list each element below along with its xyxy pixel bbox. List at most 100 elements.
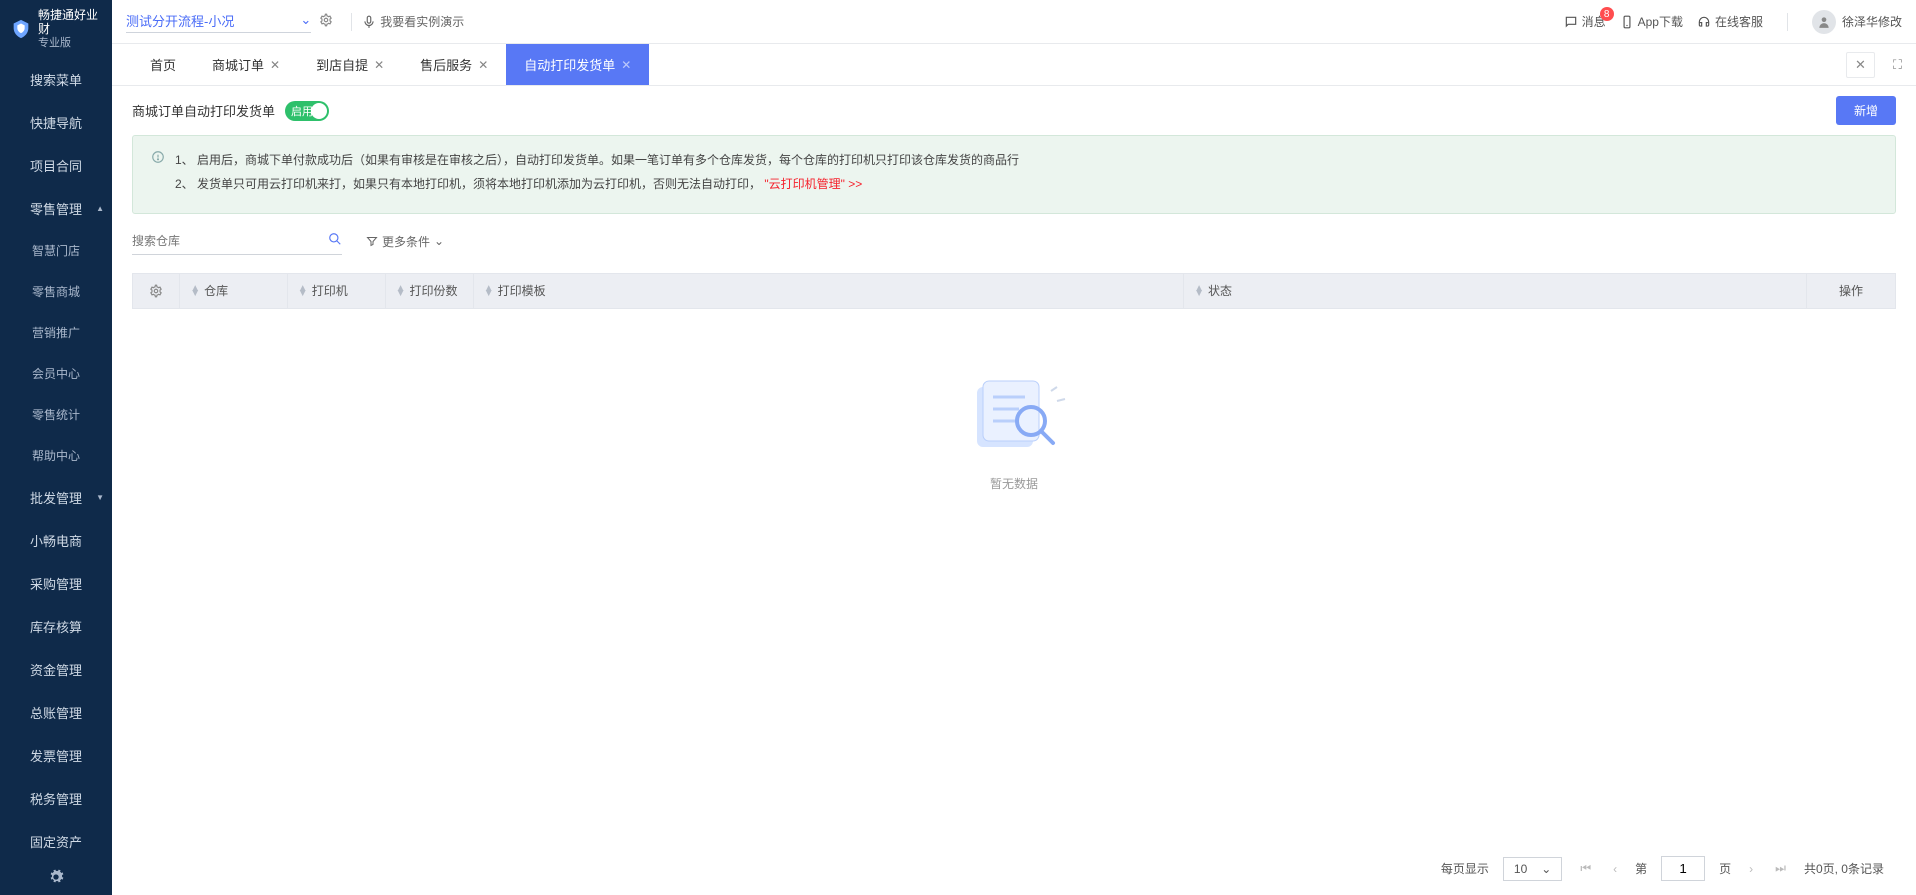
info-line-2a: 2、 发货单只可用云打印机来打，如果只有本地打印机，须将本地打印机添加为云打印机… — [175, 177, 761, 191]
col-5[interactable]: ▲▼状态 — [1184, 274, 1807, 308]
sort-icon[interactable]: ▲▼ — [484, 286, 494, 296]
chevron-down-icon: ⌄ — [1541, 862, 1551, 876]
sidebar-item-5[interactable]: 零售商城 — [0, 271, 112, 312]
empty-state: 暂无数据 — [132, 309, 1896, 552]
info-line-1: 1、 启用后，商城下单付款成功后（如果有审核是在审核之后），自动打印发货单。如果… — [175, 150, 1019, 170]
last-page[interactable]: ⏭ — [1771, 861, 1790, 876]
caret-icon: ▲ — [96, 204, 104, 213]
sidebar-item-2[interactable]: 项目合同 — [0, 144, 112, 187]
search-icon[interactable] — [328, 232, 342, 249]
sidebar-item-0[interactable]: 搜索菜单 — [0, 58, 112, 101]
first-page[interactable]: ⏮ — [1576, 861, 1595, 876]
page-size-selector[interactable]: 10 ⌄ — [1503, 857, 1562, 881]
feature-label: 商城订单自动打印发货单 — [132, 101, 275, 120]
sidebar-item-13[interactable]: 库存核算 — [0, 605, 112, 648]
brand-edition: 专业版 — [38, 37, 102, 50]
sidebar-item-1[interactable]: 快捷导航 — [0, 101, 112, 144]
sidebar-item-10[interactable]: 批发管理▼ — [0, 476, 112, 519]
cloud-printer-link[interactable]: "云打印机管理" >> — [764, 177, 862, 191]
msg-badge: 8 — [1600, 7, 1614, 21]
logo-icon — [10, 18, 32, 40]
chevron-down-icon: ⌄ — [434, 234, 444, 248]
col-2[interactable]: ▲▼打印机 — [288, 274, 386, 308]
app-download[interactable]: App下载 — [1620, 13, 1683, 30]
user-icon — [1817, 15, 1831, 29]
more-filters[interactable]: 更多条件 ⌄ — [366, 233, 444, 250]
sidebar-item-8[interactable]: 零售统计 — [0, 394, 112, 435]
switch-label: 启用 — [291, 103, 313, 119]
sort-icon[interactable]: ▲▼ — [298, 286, 308, 296]
tab[interactable]: 首页 — [132, 44, 194, 85]
col-3[interactable]: ▲▼打印份数 — [386, 274, 474, 308]
sidebar-item-3[interactable]: 零售管理▲ — [0, 187, 112, 230]
tab[interactable]: 自动打印发货单✕ — [506, 44, 649, 85]
col-4[interactable]: ▲▼打印模板 — [474, 274, 1184, 308]
customer-service[interactable]: 在线客服 — [1697, 13, 1763, 30]
sidebar-nav: 搜索菜单快捷导航项目合同零售管理▲智慧门店零售商城营销推广会员中心零售统计帮助中… — [0, 58, 112, 859]
tip-icon — [151, 150, 165, 199]
caret-icon: ▼ — [96, 493, 104, 502]
messages[interactable]: 消息 8 — [1564, 13, 1606, 30]
tabs-close-all[interactable]: ✕ — [1846, 52, 1875, 78]
tab[interactable]: 售后服务✕ — [402, 44, 506, 85]
tab[interactable]: 到店自提✕ — [298, 44, 402, 85]
org-name: 测试分开流程-小况 — [126, 11, 234, 30]
col-1[interactable]: ▲▼仓库 — [180, 274, 288, 308]
next-page[interactable]: › — [1745, 862, 1757, 876]
demo-link[interactable]: 我要看实例演示 — [362, 13, 464, 30]
message-icon — [1564, 15, 1578, 29]
sidebar-item-17[interactable]: 税务管理 — [0, 777, 112, 820]
close-icon[interactable]: ✕ — [374, 58, 384, 72]
settings-icon[interactable] — [319, 13, 333, 30]
sort-icon[interactable]: ▲▼ — [396, 286, 406, 296]
sort-icon[interactable]: ▲▼ — [190, 286, 200, 296]
search-input[interactable] — [132, 228, 328, 254]
sidebar-item-12[interactable]: 采购管理 — [0, 562, 112, 605]
user-name: 徐泽华修改 — [1842, 13, 1902, 30]
brand-title: 畅捷通好业财 — [38, 8, 102, 37]
enable-switch[interactable]: 启用 — [285, 101, 329, 121]
mic-icon — [362, 15, 376, 29]
chevron-down-icon: ⌄ — [300, 12, 311, 28]
sidebar-settings[interactable] — [0, 859, 112, 895]
sidebar-item-16[interactable]: 发票管理 — [0, 734, 112, 777]
search-warehouse[interactable] — [132, 228, 342, 255]
divider — [1787, 13, 1788, 31]
sidebar-item-4[interactable]: 智慧门店 — [0, 230, 112, 271]
add-button[interactable]: 新增 — [1836, 96, 1896, 125]
page-summary: 共0页, 0条记录 — [1804, 860, 1884, 877]
sort-icon[interactable]: ▲▼ — [1194, 286, 1204, 296]
empty-text: 暂无数据 — [990, 475, 1038, 492]
phone-icon — [1620, 15, 1634, 29]
sidebar-item-14[interactable]: 资金管理 — [0, 648, 112, 691]
tab[interactable]: 商城订单✕ — [194, 44, 298, 85]
avatar — [1812, 10, 1836, 34]
gear-icon — [48, 869, 64, 885]
close-icon[interactable]: ✕ — [621, 58, 631, 72]
sidebar-item-18[interactable]: 固定资产 — [0, 820, 112, 859]
pagination: 每页显示 10 ⌄ ⏮ ‹ 第 页 › ⏭ 共0页, 0条记录 — [112, 842, 1916, 895]
filter-icon — [366, 235, 378, 247]
page-input[interactable] — [1661, 856, 1705, 881]
sidebar-item-7[interactable]: 会员中心 — [0, 353, 112, 394]
sidebar-item-9[interactable]: 帮助中心 — [0, 435, 112, 476]
per-page-label: 每页显示 — [1441, 860, 1489, 877]
page-tabs: 首页商城订单✕到店自提✕售后服务✕自动打印发货单✕ ✕ ⛶ — [112, 44, 1916, 86]
col-6: 操作 — [1807, 274, 1895, 308]
gear-icon — [149, 284, 163, 298]
info-banner: 1、 启用后，商城下单付款成功后（如果有审核是在审核之后），自动打印发货单。如果… — [132, 135, 1896, 214]
user-menu[interactable]: 徐泽华修改 — [1812, 10, 1902, 34]
prev-page[interactable]: ‹ — [1609, 862, 1621, 876]
col-0[interactable] — [133, 274, 180, 308]
close-icon[interactable]: ✕ — [478, 58, 488, 72]
close-icon[interactable]: ✕ — [270, 58, 280, 72]
divider — [351, 13, 352, 31]
empty-icon — [959, 369, 1069, 459]
sidebar-item-6[interactable]: 营销推广 — [0, 312, 112, 353]
sidebar-item-11[interactable]: 小畅电商 — [0, 519, 112, 562]
sidebar-item-15[interactable]: 总账管理 — [0, 691, 112, 734]
table-header: ▲▼仓库▲▼打印机▲▼打印份数▲▼打印模板▲▼状态操作 — [132, 273, 1896, 309]
org-selector[interactable]: 测试分开流程-小况 ⌄ — [126, 11, 311, 33]
switch-handle — [311, 103, 327, 119]
fullscreen-icon[interactable]: ⛶ — [1885, 53, 1910, 77]
